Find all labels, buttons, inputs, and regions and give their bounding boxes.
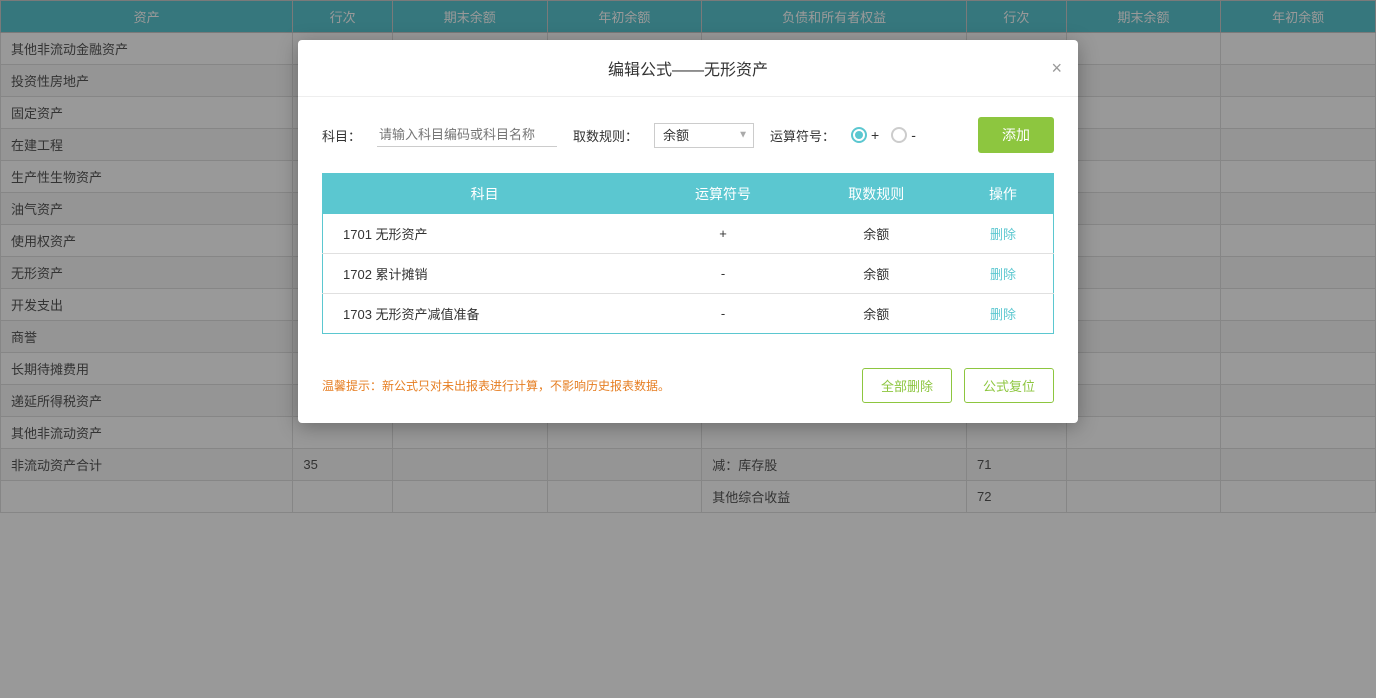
close-button[interactable]: ×	[1051, 59, 1062, 77]
row3-subject: 1703 无形资产减值准备	[323, 294, 647, 334]
modal-body: 科目： 取数规则： 余额 借方发生额 贷方发生额 净发生额 ▼ 运算符号：	[298, 97, 1078, 354]
table-row: 1702 累计摊销 - 余额 删除	[323, 254, 1054, 294]
operator-label: 运算符号：	[770, 126, 835, 145]
modal-overlay: 编辑公式——无形资产 × 科目： 取数规则： 余额 借方发生额 贷方发生额 净发…	[0, 0, 1376, 698]
footer-tip: 温馨提示：新公式只对未出报表进行计算，不影响历史报表数据。	[322, 377, 670, 394]
rule-label: 取数规则：	[573, 126, 638, 145]
table-row: 1701 无形资产 + 余额 删除	[323, 214, 1054, 254]
col-rule: 取数规则	[800, 174, 953, 215]
subject-input[interactable]	[377, 123, 557, 147]
row2-operator: -	[646, 254, 799, 294]
delete-all-button[interactable]: 全部删除	[862, 368, 952, 403]
col-action: 操作	[953, 174, 1054, 215]
modal-title: 编辑公式——无形资产	[608, 62, 768, 79]
table-row: 1703 无形资产减值准备 - 余额 删除	[323, 294, 1054, 334]
row1-rule: 余额	[800, 214, 953, 254]
row3-delete-button[interactable]: 删除	[990, 307, 1016, 322]
row2-rule: 余额	[800, 254, 953, 294]
operator-plus-label: +	[871, 127, 879, 143]
col-operator: 运算符号	[646, 174, 799, 215]
modal-header: 编辑公式——无形资产 ×	[298, 40, 1078, 97]
col-subject: 科目	[323, 174, 647, 215]
row1-operator: +	[646, 214, 799, 254]
footer-buttons: 全部删除 公式复位	[862, 368, 1054, 403]
row2-delete-button[interactable]: 删除	[990, 267, 1016, 282]
operator-minus-option[interactable]: -	[891, 127, 916, 143]
rule-select-wrap: 余额 借方发生额 贷方发生额 净发生额 ▼	[654, 123, 754, 148]
reset-formula-button[interactable]: 公式复位	[964, 368, 1054, 403]
operator-minus-label: -	[911, 127, 916, 143]
rule-select[interactable]: 余额 借方发生额 贷方发生额 净发生额	[654, 123, 754, 148]
add-button[interactable]: 添加	[978, 117, 1054, 153]
operator-plus-option[interactable]: +	[851, 127, 879, 143]
modal-footer: 温馨提示：新公式只对未出报表进行计算，不影响历史报表数据。 全部删除 公式复位	[298, 354, 1078, 423]
formula-table: 科目 运算符号 取数规则 操作 1701 无形资产 + 余额 删除 1702 累…	[322, 173, 1054, 334]
form-row: 科目： 取数规则： 余额 借方发生额 贷方发生额 净发生额 ▼ 运算符号：	[322, 117, 1054, 153]
row3-rule: 余额	[800, 294, 953, 334]
row2-subject: 1702 累计摊销	[323, 254, 647, 294]
row3-operator: -	[646, 294, 799, 334]
row1-delete-button[interactable]: 删除	[990, 227, 1016, 242]
radio-minus-icon	[891, 127, 907, 143]
operator-radio-group: + -	[851, 127, 916, 143]
subject-label: 科目：	[322, 126, 361, 145]
edit-formula-modal: 编辑公式——无形资产 × 科目： 取数规则： 余额 借方发生额 贷方发生额 净发…	[298, 40, 1078, 423]
radio-plus-icon	[851, 127, 867, 143]
row1-subject: 1701 无形资产	[323, 214, 647, 254]
